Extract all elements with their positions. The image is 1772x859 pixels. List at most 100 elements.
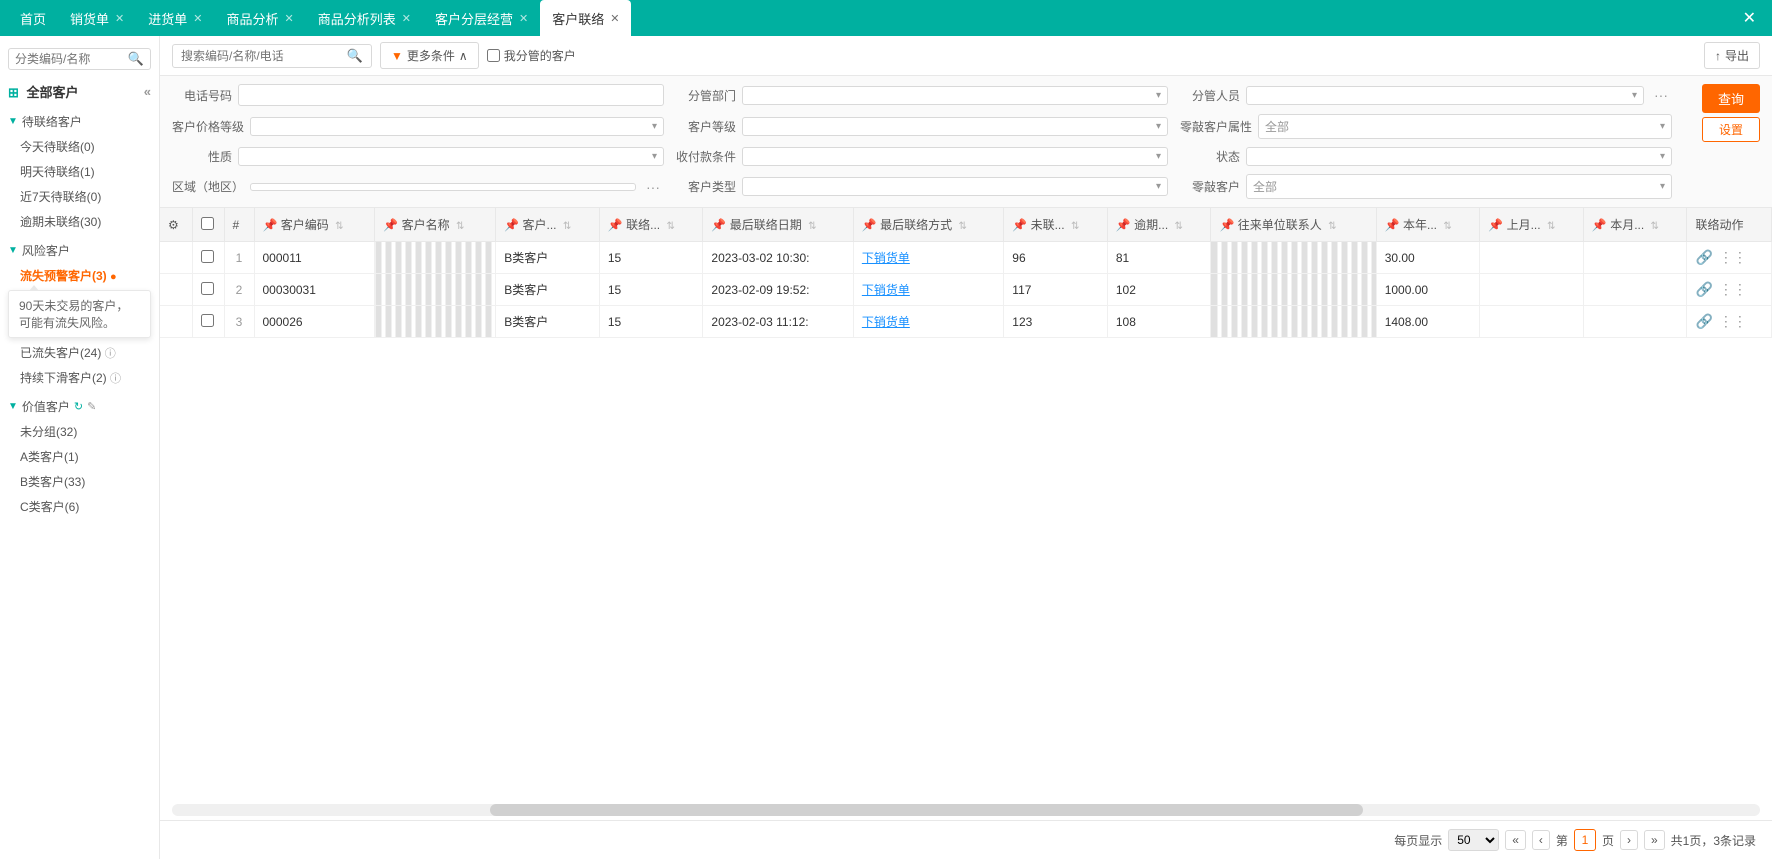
horizontal-scrollbar[interactable] — [172, 804, 1760, 816]
select-all-checkbox[interactable] — [201, 217, 214, 230]
tab-analysis-close[interactable]: ✕ — [285, 12, 294, 25]
tab-home[interactable]: 首页 — [8, 0, 58, 36]
col-contact-sort-icon[interactable]: ⇅ — [666, 221, 674, 232]
customer-type-select[interactable]: ▾ — [742, 177, 1168, 196]
status-select[interactable]: ▾ — [1246, 147, 1672, 166]
filter-search-icon[interactable]: 🔍 — [347, 48, 363, 64]
tab-analysis-list-close[interactable]: ✕ — [402, 12, 411, 25]
sidebar-item-downtrend[interactable]: 持续下滑客户(2) ⓘ — [0, 365, 159, 390]
row-action-link-icon-1[interactable]: 🔗 — [1695, 281, 1712, 298]
col-code-sort-icon[interactable]: ⇅ — [335, 221, 343, 232]
col-last-date-sort-icon[interactable]: ⇅ — [808, 221, 816, 232]
row-not-contacted-cell: 123 — [1004, 306, 1108, 338]
churn-warning-tooltip: 90天未交易的客户，可能有流失风险。 — [8, 290, 151, 338]
sidebar-search-input[interactable] — [15, 52, 128, 66]
sidebar-item-churn-warning[interactable]: 流失预警客户(3) ● — [0, 263, 159, 288]
sidebar-item-classA[interactable]: A类客户(1) — [0, 444, 159, 469]
last-page-btn[interactable]: » — [1644, 830, 1665, 850]
window-close-btn[interactable]: ✕ — [1735, 8, 1764, 28]
sidebar-item-overdue[interactable]: 逾期未联络(30) — [0, 209, 159, 234]
price-tier-select[interactable]: ▾ — [250, 117, 664, 136]
row-check-cell[interactable] — [192, 306, 224, 338]
col-last-month-sort-icon[interactable]: ⇅ — [1547, 221, 1555, 232]
sidebar-group-value-header[interactable]: ▼ 价值客户 ↻ ✎ — [0, 394, 159, 419]
col-this-month-sort-icon[interactable]: ⇅ — [1651, 221, 1659, 232]
row-action-more-icon-0[interactable]: ⋮⋮ — [1719, 249, 1747, 266]
region-select[interactable] — [250, 183, 636, 191]
scrollbar-thumb[interactable] — [490, 804, 1363, 816]
first-page-btn[interactable]: « — [1505, 830, 1526, 850]
col-checkbox[interactable] — [192, 208, 224, 242]
sidebar-group-risk-header[interactable]: ▼ 风险客户 — [0, 238, 159, 263]
zero-attribute-value: 全部 — [1265, 118, 1289, 135]
export-btn[interactable]: ↑ 导出 — [1704, 42, 1760, 69]
row-check-cell[interactable] — [192, 242, 224, 274]
payment-select[interactable]: ▾ — [742, 147, 1168, 166]
sidebar-item-classC[interactable]: C类客户(6) — [0, 494, 159, 519]
sidebar-group-pending-label: 待联络客户 — [22, 113, 82, 130]
tab-customer-tier-close[interactable]: ✕ — [519, 12, 528, 25]
tab-purchase[interactable]: 进货单 ✕ — [136, 0, 214, 36]
tab-sales[interactable]: 销货单 ✕ — [58, 0, 136, 36]
col-last-method-sort-icon[interactable]: ⇅ — [959, 221, 967, 232]
sidebar-all-customers[interactable]: ⊞ 全部客户 « — [0, 78, 159, 105]
tab-purchase-close[interactable]: ✕ — [193, 12, 202, 25]
row-action-more-icon-1[interactable]: ⋮⋮ — [1719, 281, 1747, 298]
row-checkbox-2[interactable] — [201, 314, 214, 327]
tab-sales-close[interactable]: ✕ — [115, 12, 124, 25]
sidebar-group-pending-header[interactable]: ▼ 待联络客户 — [0, 109, 159, 134]
sidebar-item-week[interactable]: 近7天待联络(0) — [0, 184, 159, 209]
row-check-cell[interactable] — [192, 274, 224, 306]
col-name-sort-icon[interactable]: ⇅ — [456, 221, 464, 232]
sidebar-item-tomorrow[interactable]: 明天待联络(1) — [0, 159, 159, 184]
tab-customer-contact[interactable]: 客户联络 ✕ — [540, 0, 631, 36]
row-action-more-icon-2[interactable]: ⋮⋮ — [1719, 313, 1747, 330]
more-conditions-btn[interactable]: ▼ 更多条件 ∧ — [380, 42, 479, 69]
col-settings[interactable]: ⚙ — [160, 208, 192, 242]
sidebar-item-ungroup-label: 未分组(32) — [20, 425, 77, 439]
gender-select[interactable]: ▾ — [238, 147, 664, 166]
manager-more-icon[interactable]: ··· — [1650, 87, 1672, 103]
row-last-method-cell[interactable]: 下销货单 — [853, 242, 1003, 274]
tab-analysis-list[interactable]: 商品分析列表 ✕ — [306, 0, 423, 36]
dept-select[interactable]: ▾ — [742, 86, 1168, 105]
sidebar-item-churned[interactable]: 已流失客户(24) ⓘ — [0, 340, 159, 365]
row-checkbox-0[interactable] — [201, 250, 214, 263]
col-this-year-sort-icon[interactable]: ⇅ — [1443, 221, 1451, 232]
filter-search-box[interactable]: 🔍 — [172, 44, 372, 68]
next-page-btn[interactable]: › — [1620, 830, 1638, 850]
sidebar-item-classB[interactable]: B类客户(33) — [0, 469, 159, 494]
filter-search-input[interactable] — [181, 49, 347, 63]
per-page-select[interactable]: 50 100 200 — [1448, 829, 1499, 851]
col-overdue-sort-icon[interactable]: ⇅ — [1175, 221, 1183, 232]
manager-select[interactable]: ▾ — [1246, 86, 1644, 105]
my-customers-checkbox[interactable] — [487, 49, 500, 62]
sidebar-collapse-icon[interactable]: « — [144, 84, 151, 99]
customer-tier-select[interactable]: ▾ — [742, 117, 1168, 136]
tab-customer-contact-close[interactable]: ✕ — [610, 12, 619, 25]
prev-page-btn[interactable]: ‹ — [1532, 830, 1550, 850]
sidebar-item-today[interactable]: 今天待联络(0) — [0, 134, 159, 159]
query-button[interactable]: 查询 — [1702, 84, 1760, 113]
settings-button[interactable]: 设置 — [1702, 117, 1760, 142]
tab-customer-tier[interactable]: 客户分层经营 ✕ — [423, 0, 540, 36]
value-edit-icon[interactable]: ✎ — [87, 400, 96, 413]
col-type-sort-icon[interactable]: ⇅ — [563, 221, 571, 232]
region-more-icon[interactable]: ··· — [642, 179, 664, 195]
sidebar-item-ungroup[interactable]: 未分组(32) — [0, 419, 159, 444]
phone-input[interactable] — [238, 84, 664, 106]
col-not-contacted-sort-icon[interactable]: ⇅ — [1071, 221, 1079, 232]
my-customers-check[interactable]: 我分管的客户 — [487, 47, 576, 64]
row-action-link-icon-0[interactable]: 🔗 — [1695, 249, 1712, 266]
sidebar-search-box[interactable]: 🔍 — [8, 48, 151, 70]
tab-analysis[interactable]: 商品分析 ✕ — [214, 0, 305, 36]
row-checkbox-1[interactable] — [201, 282, 214, 295]
row-action-link-icon-2[interactable]: 🔗 — [1695, 313, 1712, 330]
col-last-contact-sort-icon[interactable]: ⇅ — [1328, 221, 1336, 232]
zero-attribute-select[interactable]: 全部 ▾ — [1258, 114, 1672, 139]
zero-customer-select[interactable]: 全部 ▾ — [1246, 174, 1672, 199]
col-last-method-label: 最后联络方式 — [880, 218, 952, 232]
row-last-method-cell[interactable]: 下销货单 — [853, 306, 1003, 338]
value-refresh-icon[interactable]: ↻ — [74, 400, 83, 413]
row-last-method-cell[interactable]: 下销货单 — [853, 274, 1003, 306]
